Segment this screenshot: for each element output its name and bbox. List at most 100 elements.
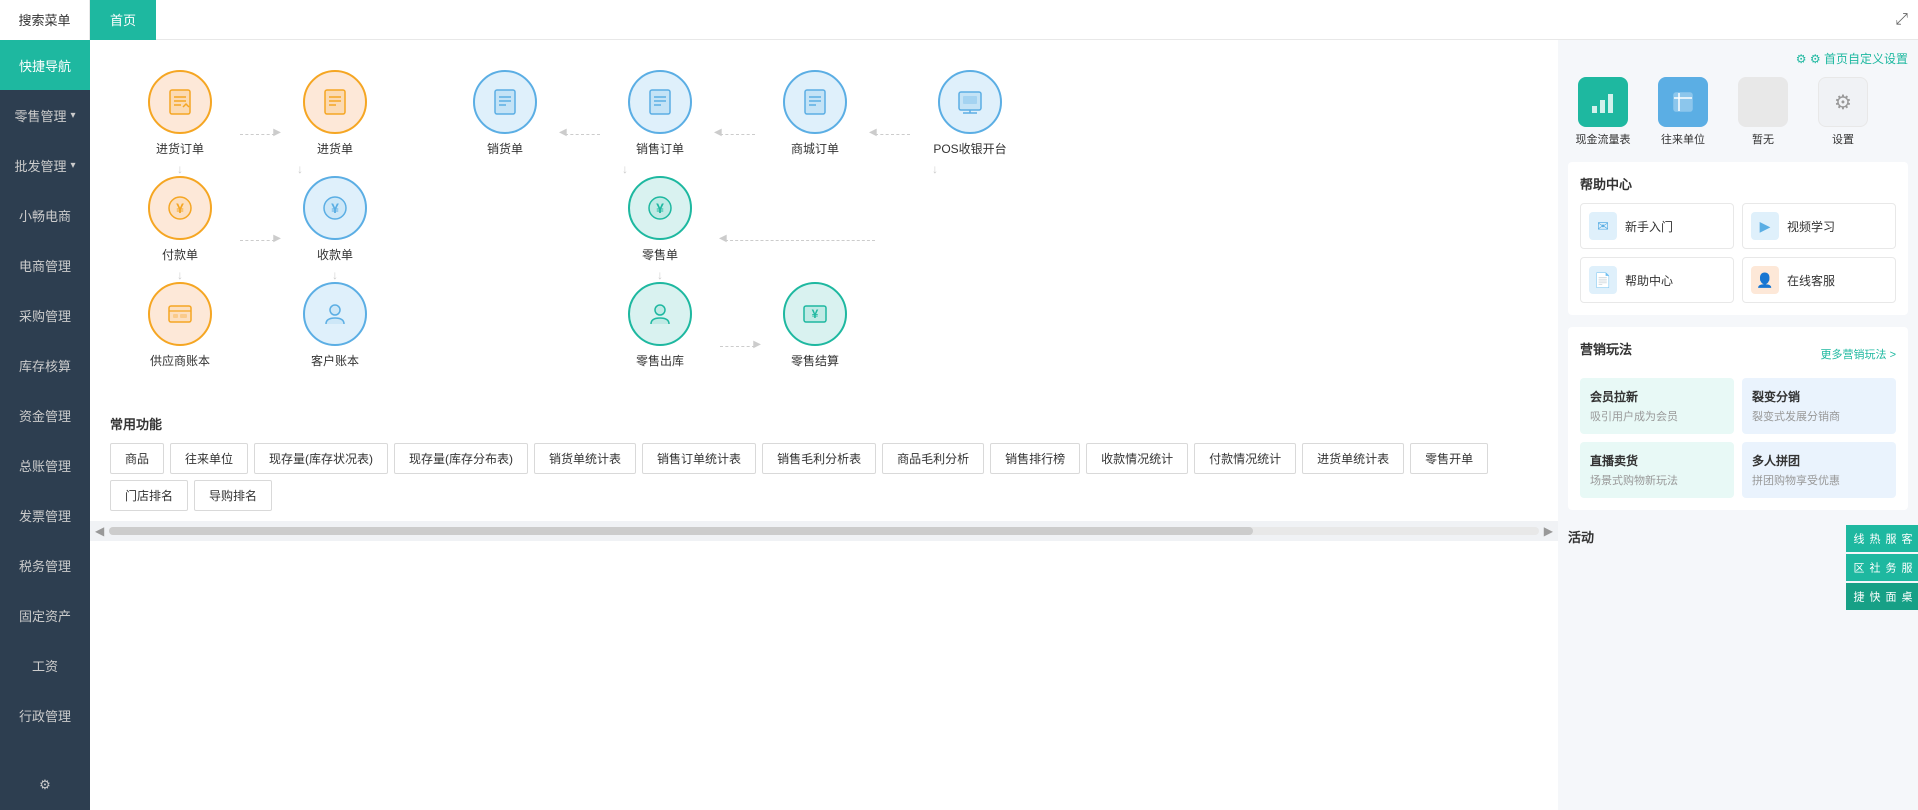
fullscreen-button[interactable]: ⤢ [1895,11,1908,29]
beginner-label: 新手入门 [1625,218,1673,235]
marketing-section: 营销玩法 更多营销玩法 > 会员拉新 吸引用户成为会员 裂变分销 裂变式发展分销… [1568,327,1908,510]
sidebar-item-invoice[interactable]: 发票管理 [0,490,90,540]
home-tab[interactable]: 首页 [90,0,156,40]
marketing-item-member[interactable]: 会员拉新 吸引用户成为会员 [1580,378,1734,434]
quick-icon-cash-flow[interactable]: 现金流量表 [1568,77,1638,147]
supplier-account-label: 供应商账本 [150,352,210,369]
sidebar-item-label: 发票管理 [19,506,71,525]
mall-order-label: 商城订单 [791,140,839,157]
func-button[interactable]: 销货单统计表 [534,443,636,474]
sidebar-item-label: 采购管理 [19,306,71,325]
func-button[interactable]: 销售毛利分析表 [762,443,876,474]
func-button[interactable]: 进货单统计表 [1302,443,1404,474]
scroll-right-button[interactable]: ▶ [1544,524,1553,538]
func-button[interactable]: 商品毛利分析 [882,443,984,474]
scrollbar-track[interactable] [109,527,1539,535]
sidebar-item-inventory[interactable]: 库存核算 [0,340,90,390]
marketing-item-fission[interactable]: 裂变分销 裂变式发展分销商 [1742,378,1896,434]
float-buttons: 客服热线 服务社区 桌面快捷 [1846,525,1918,610]
func-button[interactable]: 收款情况统计 [1086,443,1188,474]
func-button[interactable]: 往来单位 [170,443,248,474]
beginner-icon: ✉ [1589,212,1617,240]
retail-outbound-label: 零售出库 [636,352,684,369]
help-item-video[interactable]: ▶ 视频学习 [1742,203,1896,249]
pos-icon [938,70,1002,134]
sidebar-item-tax[interactable]: 税务管理 [0,540,90,590]
sidebar-item-ecommerce[interactable]: 电商管理 [0,240,90,290]
search-menu-button[interactable]: 搜索菜单 [0,0,90,40]
down-arrow-purchase: ↓ [120,162,240,176]
flow-node-supplier-account[interactable]: 供应商账本 [120,282,240,369]
func-button[interactable]: 现存量(库存状况表) [254,443,388,474]
func-button[interactable]: 销售订单统计表 [642,443,756,474]
sidebar-item-label: 快捷导航 [19,56,71,75]
func-button[interactable]: 门店排名 [110,480,188,511]
sidebar-item-retail-mgmt[interactable]: 零售管理 ▾ [0,90,90,140]
none-label: 暂无 [1752,131,1774,147]
service-icon: 👤 [1751,266,1779,294]
sidebar-item-salary[interactable]: 工资 [0,640,90,690]
content-area: 进货订单 ▶ [90,40,1918,810]
community-button[interactable]: 服务社区 [1846,554,1918,581]
sales-bill-icon [473,70,537,134]
flow-node-retail-outbound[interactable]: 零售出库 [600,282,720,369]
flow-node-mall-order[interactable]: 商城订单 [755,70,875,157]
common-functions-section: 常用功能 商品往来单位现存量(库存状况表)现存量(库存分布表)销货单统计表销售订… [90,404,1558,521]
svg-text:¥: ¥ [812,307,819,321]
retail-bracket: ◀ [725,240,875,263]
quick-icon-settings[interactable]: ⚙ 设置 [1808,77,1878,147]
settings-gear-icon: ⚙ [1818,77,1868,127]
flow-node-pos[interactable]: POS收银开台 [910,70,1030,157]
sidebar-item-other[interactable]: 行政管理 [0,690,90,740]
main-layout: 快捷导航 零售管理 ▾ 批发管理 ▾ 小畅电商 电商管理 采购管理 库存核算 资… [0,40,1918,810]
flow-node-sales-order[interactable]: 销售订单 [600,70,720,157]
arrow-left-2: ◀ [720,134,755,157]
arrow-left-3: ◀ [875,134,910,157]
marketing-item-group[interactable]: 多人拼团 拼团购物享受优惠 [1742,442,1896,498]
flow-node-payment[interactable]: ¥ 付款单 [120,176,240,263]
sidebar-item-finance[interactable]: 资金管理 [0,390,90,440]
func-button[interactable]: 销售排行榜 [990,443,1080,474]
scrollbar-thumb[interactable] [109,527,1253,535]
quick-icon-contacts[interactable]: 往来单位 [1648,77,1718,147]
customer-account-icon [303,282,367,346]
help-item-beginner[interactable]: ✉ 新手入门 [1580,203,1734,249]
down-arrow-pos: ↓ [875,162,995,176]
flow-node-retail-order[interactable]: ¥ 零售单 [600,176,720,263]
down-arrow-payment: ↓ [120,268,240,282]
sidebar-item-fixed-assets[interactable]: 固定资产 [0,590,90,640]
group-title: 多人拼团 [1752,452,1886,469]
flow-node-sales-bill[interactable]: 销货单 [445,70,565,157]
func-button[interactable]: 导购排名 [194,480,272,511]
flow-node-purchase-bill[interactable]: 进货单 [275,70,395,157]
help-item-service[interactable]: 👤 在线客服 [1742,257,1896,303]
homepage-settings[interactable]: ⚙ ⚙ 首页自定义设置 [1568,50,1908,67]
pos-label: POS收银开台 [933,140,1006,157]
fission-title: 裂变分销 [1752,388,1886,405]
sidebar-item-label: 税务管理 [19,556,71,575]
scroll-left-button[interactable]: ◀ [95,524,104,538]
chevron-down-icon: ▾ [70,160,75,171]
sidebar-item-quick-nav[interactable]: 快捷导航 [0,40,90,90]
sidebar-item-xiaochang[interactable]: 小畅电商 [0,190,90,240]
func-button[interactable]: 付款情况统计 [1194,443,1296,474]
func-button[interactable]: 商品 [110,443,164,474]
sidebar-item-wholesale-mgmt[interactable]: 批发管理 ▾ [0,140,90,190]
sidebar-item-label: 行政管理 [19,706,71,725]
customer-service-button[interactable]: 客服热线 [1846,525,1918,552]
sidebar-item-purchase[interactable]: 采购管理 [0,290,90,340]
flow-node-customer-account[interactable]: 客户账本 [275,282,395,369]
func-button[interactable]: 现存量(库存分布表) [394,443,528,474]
quick-icon-none[interactable]: 暂无 [1728,77,1798,147]
sidebar-settings-button[interactable]: ⚙ [0,760,90,810]
more-marketing-link[interactable]: 更多营销玩法 > [1821,346,1896,362]
right-panel: ⚙ ⚙ 首页自定义设置 现金流量表 [1558,40,1918,810]
flow-node-purchase-order[interactable]: 进货订单 [120,70,240,157]
sidebar-item-general[interactable]: 总账管理 [0,440,90,490]
flow-node-retail-settlement[interactable]: ¥ 零售结算 [755,282,875,369]
desktop-button[interactable]: 桌面快捷 [1846,583,1918,610]
flow-node-receipt[interactable]: ¥ 收款单 [275,176,395,263]
help-item-help[interactable]: 📄 帮助中心 [1580,257,1734,303]
marketing-item-live[interactable]: 直播卖货 场景式购物新玩法 [1580,442,1734,498]
func-button[interactable]: 零售开单 [1410,443,1488,474]
